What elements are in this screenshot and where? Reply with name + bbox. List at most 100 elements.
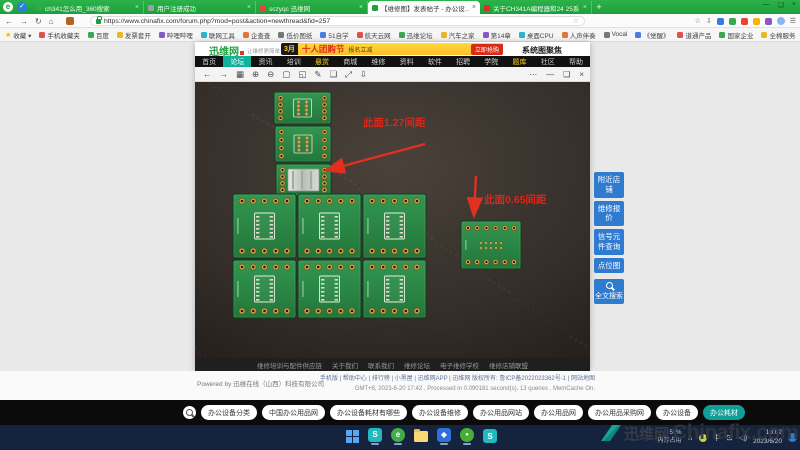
- back-icon[interactable]: ←: [5, 17, 13, 26]
- bookmark-item[interactable]: 第14章: [482, 30, 511, 40]
- star-icon[interactable]: ☆: [695, 17, 701, 25]
- suggest-pill[interactable]: 办公用品网: [534, 405, 583, 420]
- avatar[interactable]: [776, 17, 785, 25]
- extension-icon[interactable]: [740, 17, 748, 25]
- suggest-pill[interactable]: 办公耗材: [703, 405, 745, 420]
- tab-close-icon[interactable]: ×: [583, 4, 587, 11]
- suggest-pill[interactable]: 办公设备耗材有哪些: [330, 405, 407, 420]
- nav-item[interactable]: 维修: [364, 56, 392, 67]
- suggest-pill[interactable]: 办公用品网站: [473, 405, 529, 420]
- tab-close-icon[interactable]: ×: [247, 4, 251, 11]
- clock[interactable]: 18:02 2023/6/20: [753, 429, 782, 446]
- bookmark-item[interactable]: 企查查: [242, 30, 270, 40]
- menu-icon[interactable]: ☰: [790, 17, 796, 25]
- bookmark-star-icon[interactable]: ☆: [573, 17, 579, 25]
- display-icon[interactable]: ⊡: [727, 433, 733, 442]
- extension-icon[interactable]: [728, 17, 736, 25]
- nav-item[interactable]: 帮助: [562, 56, 590, 67]
- bookmark-item[interactable]: Vocal: [603, 31, 627, 38]
- ad-banner[interactable]: 3月 十人团购节 报名立减 立即抢购: [281, 43, 503, 55]
- shield-icon[interactable]: ✓: [17, 2, 27, 12]
- extension-icon[interactable]: [764, 17, 772, 25]
- bookmark-item[interactable]: 发票套开: [116, 30, 151, 40]
- memory-widget[interactable]: 53% 内存占用: [658, 430, 682, 445]
- bookmark-item[interactable]: 航天云网: [356, 30, 391, 40]
- browser-tab[interactable]: 关于CH341A编程器和24 25系… ×: [480, 1, 592, 14]
- home-icon[interactable]: ⌂: [49, 17, 54, 26]
- forward-icon[interactable]: →: [20, 17, 28, 26]
- bookmark-item[interactable]: 人声伴奏: [561, 30, 596, 40]
- save-icon[interactable]: ⇩: [360, 69, 367, 80]
- nav-item[interactable]: 商城: [336, 56, 364, 67]
- bookmark-item[interactable]: ★ 收藏 ▾: [5, 30, 31, 40]
- bookmark-item[interactable]: 《觉醒》: [635, 30, 669, 40]
- side-button[interactable]: 信号元件查询: [594, 229, 624, 255]
- hidden-icons-chevron[interactable]: ∧: [688, 433, 694, 442]
- nav-item[interactable]: 培训: [280, 56, 308, 67]
- site-logo-text[interactable]: 迅维网: [209, 43, 244, 58]
- fulltext-search-button[interactable]: 全文搜索: [594, 279, 624, 305]
- browser-logo-icon[interactable]: e: [3, 2, 13, 12]
- download-icon[interactable]: ⇩: [706, 17, 712, 25]
- extension-icon[interactable]: [752, 17, 760, 25]
- bookmark-item[interactable]: 全棉服务: [761, 30, 795, 40]
- photos-app-icon[interactable]: ◆: [436, 427, 452, 445]
- bookmark-item[interactable]: 联网工具: [200, 30, 235, 40]
- tab-close-icon[interactable]: ×: [472, 4, 476, 11]
- extension-app-icon[interactable]: [66, 17, 74, 25]
- bookmark-item[interactable]: 桌面CPU: [518, 30, 554, 40]
- nav-item[interactable]: 学院: [477, 56, 505, 67]
- viewer-close-icon[interactable]: ×: [579, 70, 584, 79]
- copy-icon[interactable]: ❏: [329, 69, 337, 80]
- nav-item[interactable]: 招聘: [449, 56, 477, 67]
- browser-tab[interactable]: sczyqc 迅维网 ×: [256, 1, 368, 14]
- reload-icon[interactable]: ↻: [35, 17, 42, 26]
- bookmark-item[interactable]: 国家企业: [719, 30, 753, 40]
- side-button[interactable]: 维修报价: [594, 200, 624, 226]
- footer-link[interactable]: 关于我们: [332, 360, 358, 370]
- side-button[interactable]: 点位图: [594, 257, 624, 274]
- footer-link[interactable]: 维修论坛: [404, 360, 430, 370]
- maximize-icon[interactable]: ❏: [778, 1, 784, 9]
- bookmark-item[interactable]: 汽车之家: [440, 30, 475, 40]
- extension-icon[interactable]: [716, 17, 724, 25]
- bookmark-item[interactable]: 哔哩哔哩: [158, 30, 193, 40]
- url-text[interactable]: https://www.chinafix.com/forum.php?mod=p…: [104, 18, 570, 25]
- nav-item[interactable]: 社区: [534, 56, 562, 67]
- suggest-pill[interactable]: 办公设备分类: [201, 405, 257, 420]
- tab-close-icon[interactable]: ×: [135, 4, 139, 11]
- bookmark-item[interactable]: 手机收藏夹: [39, 30, 80, 40]
- bookmark-item[interactable]: 51自学: [320, 30, 349, 40]
- more-icon[interactable]: ⋯: [529, 70, 537, 79]
- bookmark-item[interactable]: 道通产品: [677, 30, 711, 40]
- bookmark-item[interactable]: 百度: [87, 30, 109, 40]
- viewer-forward-icon[interactable]: →: [220, 69, 229, 79]
- wechat-icon[interactable]: ●: [459, 427, 475, 445]
- side-button[interactable]: 附近店铺: [594, 172, 624, 198]
- browser-tab[interactable]: 【维修图】发表帖子 - 办公设… ×: [368, 1, 480, 14]
- browser-tab[interactable]: 用户注册成功 ×: [144, 1, 256, 14]
- browser-tab[interactable]: ch341怎么用_360搜索 ×: [32, 1, 144, 14]
- footer-meta-links[interactable]: 手机版 | 帮助中心 | 排行榜 | 小黑屋 | 迅维网APP | 迅维网 版权…: [320, 374, 595, 384]
- file-explorer-icon[interactable]: [413, 427, 429, 445]
- nav-item[interactable]: 软件: [421, 56, 449, 67]
- banner-button[interactable]: 立即抢购: [470, 43, 503, 55]
- pdf-tool-2-icon[interactable]: S: [482, 427, 498, 445]
- viewer-back-icon[interactable]: ←: [203, 69, 212, 79]
- viewer-minimize-icon[interactable]: —: [546, 70, 554, 79]
- ime-indicator[interactable]: 中: [713, 432, 721, 443]
- url-bar[interactable]: https://www.chinafix.com/forum.php?mod=p…: [90, 16, 585, 26]
- viewer-maximize-icon[interactable]: ❏: [563, 70, 570, 79]
- footer-link[interactable]: 维修培训与配件供应链: [257, 360, 322, 370]
- footer-link[interactable]: 联系我们: [368, 360, 394, 370]
- pdf-tool-icon[interactable]: S: [367, 427, 383, 445]
- tray-app-icon[interactable]: [699, 433, 708, 442]
- site-logo[interactable]: 迅维网 让维修更简单: [209, 43, 280, 58]
- close-icon[interactable]: ×: [792, 1, 796, 9]
- volume-icon[interactable]: ◁): [739, 433, 747, 442]
- footer-link[interactable]: 电子维修学校: [440, 360, 479, 370]
- nav-item[interactable]: 资料: [393, 56, 421, 67]
- edit-icon[interactable]: ✎: [314, 69, 321, 80]
- suggest-pill[interactable]: 办公设备维修: [412, 405, 468, 420]
- nav-item[interactable]: 题库: [505, 56, 533, 67]
